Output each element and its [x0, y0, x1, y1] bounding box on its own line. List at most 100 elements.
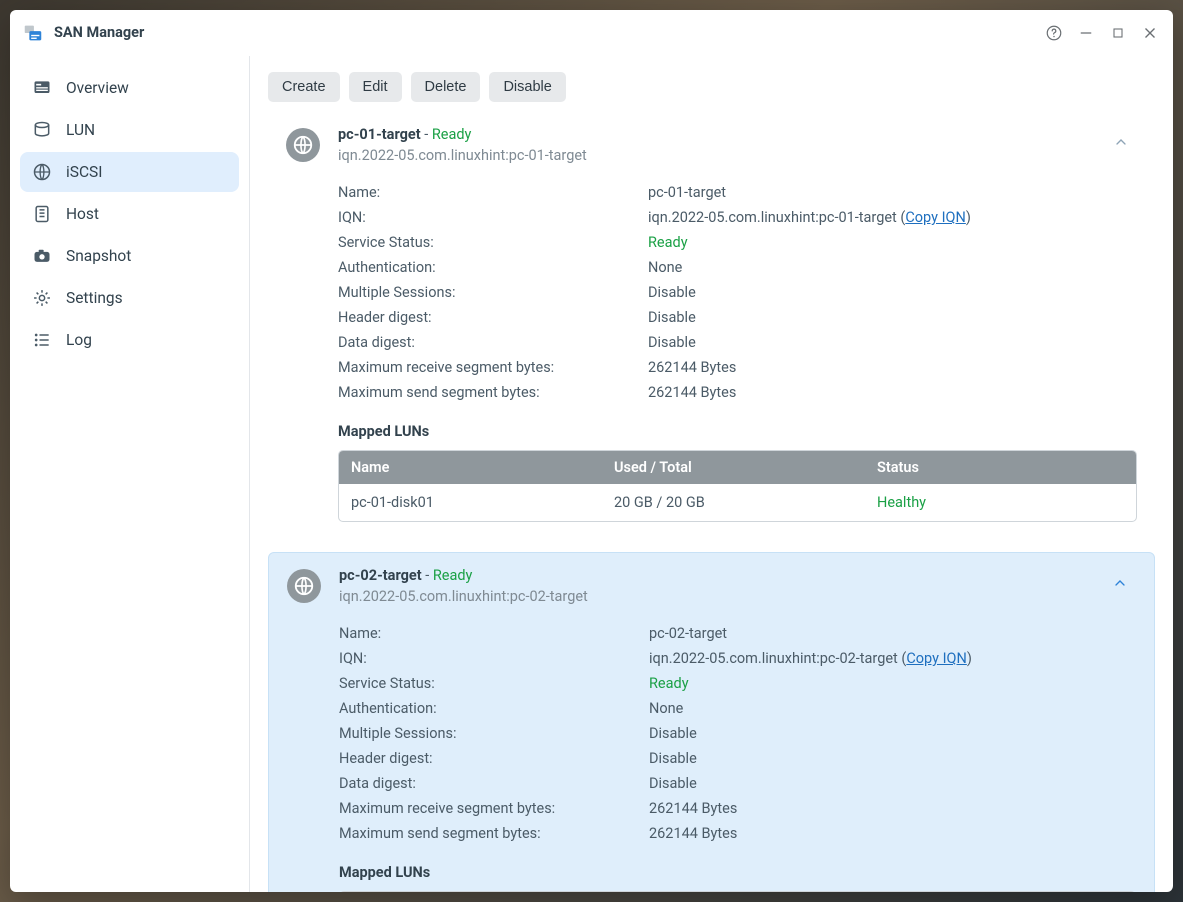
target-iqn-sub: iqn.2022-05.com.linuxhint:pc-01-target — [338, 147, 587, 164]
value-name: pc-01-target — [648, 184, 726, 201]
label-auth: Authentication: — [339, 700, 649, 717]
value-iqn: iqn.2022-05.com.linuxhint:pc-02-target (… — [649, 650, 972, 667]
target-header[interactable]: pc-01-target - Ready iqn.2022-05.com.lin… — [286, 126, 1137, 164]
disable-button[interactable]: Disable — [489, 72, 565, 102]
sidebar-item-label: LUN — [66, 121, 95, 139]
mapped-luns-title: Mapped LUNs — [338, 423, 1137, 440]
maximize-button[interactable] — [1103, 18, 1133, 48]
globe-icon — [32, 162, 52, 182]
edit-button[interactable]: Edit — [349, 72, 402, 102]
close-button[interactable] — [1135, 18, 1165, 48]
delete-button[interactable]: Delete — [411, 72, 481, 102]
value-service-status: Ready — [649, 675, 689, 692]
value-iqn: iqn.2022-05.com.linuxhint:pc-01-target (… — [648, 209, 971, 226]
value-multisess: Disable — [649, 725, 697, 742]
value-name: pc-02-target — [649, 625, 727, 642]
target-iqn-sub: iqn.2022-05.com.linuxhint:pc-02-target — [339, 588, 588, 605]
label-multisess: Multiple Sessions: — [338, 284, 648, 301]
chevron-up-icon[interactable] — [1112, 575, 1128, 591]
mapped-luns-table: Name Used / Total Status pc-01-disk01 20… — [338, 450, 1137, 522]
label-iqn: IQN: — [338, 209, 648, 226]
sidebar-item-label: Host — [66, 205, 99, 223]
target-globe-icon — [287, 569, 321, 603]
label-iqn: IQN: — [339, 650, 649, 667]
label-maxsend: Maximum send segment bytes: — [338, 384, 648, 401]
target-details: Name:pc-01-target IQN:iqn.2022-05.com.li… — [338, 180, 1137, 405]
target-header[interactable]: pc-02-target - Ready iqn.2022-05.com.lin… — [287, 567, 1136, 605]
lun-status: Healthy — [865, 484, 1136, 521]
value-headerdigest: Disable — [648, 309, 696, 326]
label-maxsend: Maximum send segment bytes: — [339, 825, 649, 842]
chevron-up-icon[interactable] — [1113, 134, 1129, 150]
value-maxsend: 262144 Bytes — [649, 825, 737, 842]
value-headerdigest: Disable — [649, 750, 697, 767]
app-title: SAN Manager — [54, 24, 144, 41]
sidebar-item-lun[interactable]: LUN — [20, 110, 239, 150]
toolbar: Create Edit Delete Disable — [268, 72, 1155, 102]
label-name: Name: — [338, 184, 648, 201]
sidebar-item-overview[interactable]: Overview — [20, 68, 239, 108]
sidebar-item-label: Snapshot — [66, 247, 131, 265]
value-datadigest: Disable — [649, 775, 697, 792]
sidebar: Overview LUN iSCSI Host Snapshot Setting… — [10, 56, 250, 892]
mapped-luns-title: Mapped LUNs — [339, 864, 1136, 881]
value-maxrecv: 262144 Bytes — [648, 359, 736, 376]
main-content: Create Edit Delete Disable pc-01-target … — [250, 56, 1173, 892]
copy-iqn-link[interactable]: Copy IQN — [905, 209, 966, 226]
target-status: Ready — [433, 567, 473, 584]
table-row[interactable]: pc-01-disk01 20 GB / 20 GB Healthy — [339, 484, 1136, 521]
log-icon — [32, 330, 52, 350]
label-auth: Authentication: — [338, 259, 648, 276]
label-multisess: Multiple Sessions: — [339, 725, 649, 742]
overview-icon — [32, 78, 52, 98]
sidebar-item-label: Overview — [66, 79, 129, 97]
minimize-button[interactable] — [1071, 18, 1101, 48]
label-service-status: Service Status: — [338, 234, 648, 251]
target-panel: pc-02-target - Ready iqn.2022-05.com.lin… — [268, 552, 1155, 892]
label-datadigest: Data digest: — [338, 334, 648, 351]
mapped-luns-table: Name Used / Total Status pc-02-disk01 20… — [339, 891, 1136, 892]
sidebar-item-iscsi[interactable]: iSCSI — [20, 152, 239, 192]
target-name: pc-01-target — [338, 126, 421, 143]
app-window: SAN Manager Overview LUN iSCSI Host — [10, 10, 1173, 892]
gear-icon — [32, 288, 52, 308]
sidebar-item-host[interactable]: Host — [20, 194, 239, 234]
target-details: Name:pc-02-target IQN:iqn.2022-05.com.li… — [339, 621, 1136, 846]
label-headerdigest: Header digest: — [339, 750, 649, 767]
target-globe-icon — [286, 128, 320, 162]
dash: - — [425, 567, 433, 584]
dash: - — [424, 126, 432, 143]
sidebar-item-settings[interactable]: Settings — [20, 278, 239, 318]
sidebar-item-snapshot[interactable]: Snapshot — [20, 236, 239, 276]
value-multisess: Disable — [648, 284, 696, 301]
th-status: Status — [865, 451, 1136, 484]
value-service-status: Ready — [648, 234, 688, 251]
value-datadigest: Disable — [648, 334, 696, 351]
value-maxrecv: 262144 Bytes — [649, 800, 737, 817]
target-panel: pc-01-target - Ready iqn.2022-05.com.lin… — [268, 112, 1155, 542]
help-button[interactable] — [1039, 18, 1069, 48]
copy-iqn-link[interactable]: Copy IQN — [906, 650, 967, 667]
target-name: pc-02-target — [339, 567, 422, 584]
label-maxrecv: Maximum receive segment bytes: — [338, 359, 648, 376]
th-name: Name — [339, 451, 602, 484]
lun-name: pc-01-disk01 — [339, 484, 602, 521]
sidebar-item-label: iSCSI — [66, 163, 102, 181]
host-icon — [32, 204, 52, 224]
titlebar: SAN Manager — [10, 10, 1173, 56]
label-headerdigest: Header digest: — [338, 309, 648, 326]
sidebar-item-log[interactable]: Log — [20, 320, 239, 360]
camera-icon — [32, 246, 52, 266]
lun-used-total: 20 GB / 20 GB — [602, 484, 865, 521]
label-datadigest: Data digest: — [339, 775, 649, 792]
label-name: Name: — [339, 625, 649, 642]
label-service-status: Service Status: — [339, 675, 649, 692]
th-used-total: Used / Total — [602, 451, 865, 484]
create-button[interactable]: Create — [268, 72, 340, 102]
value-auth: None — [648, 259, 682, 276]
label-maxrecv: Maximum receive segment bytes: — [339, 800, 649, 817]
target-status: Ready — [432, 126, 472, 143]
value-maxsend: 262144 Bytes — [648, 384, 736, 401]
app-icon — [22, 22, 44, 44]
value-auth: None — [649, 700, 683, 717]
